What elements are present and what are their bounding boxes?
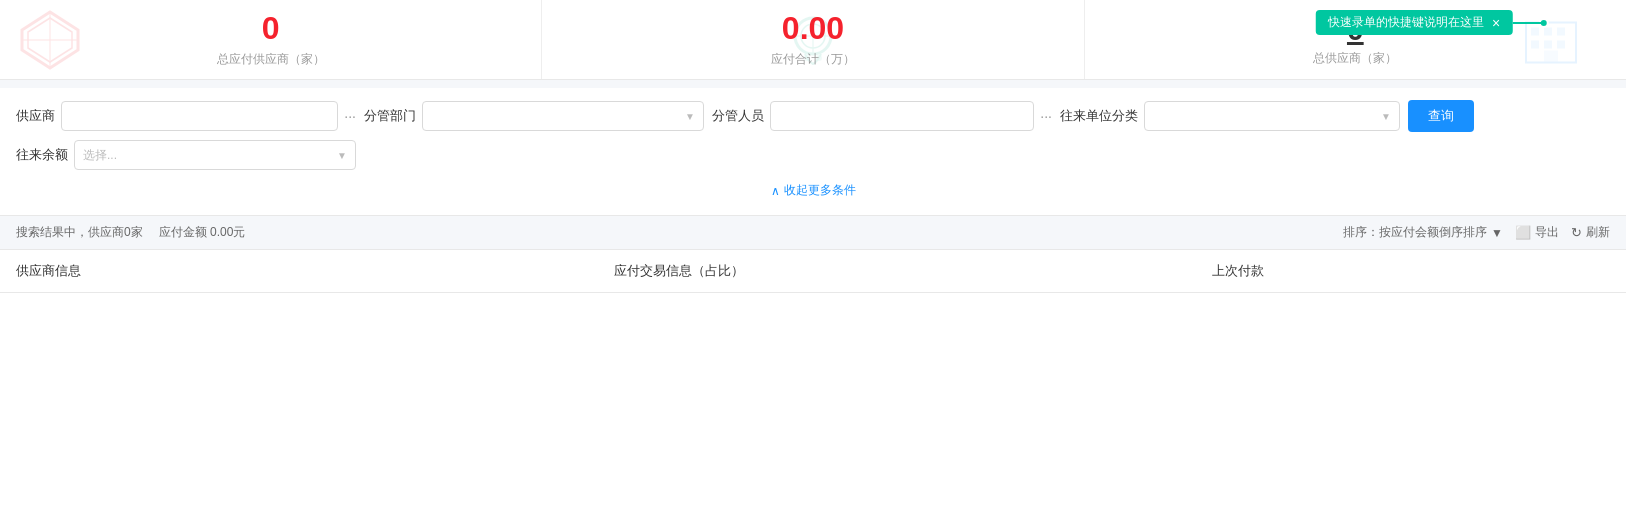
sort-label: 排序：按应付会额倒序排序: [1343, 224, 1487, 241]
export-button[interactable]: ⬜ 导出: [1515, 224, 1559, 241]
svg-rect-12: [1544, 27, 1552, 35]
svg-rect-16: [1557, 40, 1565, 48]
tooltip-close-btn[interactable]: ×: [1492, 16, 1500, 30]
svg-rect-17: [1544, 50, 1558, 62]
person-input[interactable]: [770, 101, 1034, 131]
col-supplier-header: 供应商信息: [16, 262, 614, 280]
refresh-icon: ↻: [1571, 225, 1582, 240]
results-actions: 排序：按应付会额倒序排序 ▼ ⬜ 导出 ↻ 刷新: [1343, 224, 1610, 241]
stat-payable-label: 总应付供应商（家）: [217, 51, 325, 68]
filter-dept: 分管部门 ▼: [364, 101, 704, 131]
svg-rect-13: [1557, 27, 1565, 35]
stat-all-suppliers: 快速录单的快捷键说明在这里 × 0 总供应商（家）: [1085, 0, 1626, 79]
results-amount: 应付金额 0.00元: [159, 224, 246, 241]
balance-label: 往来余额: [16, 146, 68, 164]
collapse-row: ∧ 收起更多条件: [16, 178, 1610, 207]
collapse-up-icon: ∧: [771, 184, 780, 198]
results-suppliers: 搜索结果中，供应商0家: [16, 224, 143, 241]
stat-total-amount: 0.00 应付合计（万）: [542, 0, 1084, 79]
filter-supplier: 供应商 ···: [16, 101, 356, 131]
balance-select[interactable]: 选择... ▼: [74, 140, 356, 170]
person-dots[interactable]: ···: [1040, 108, 1052, 124]
stats-row: 0 总应付供应商（家） 0.00 应付合计（万）: [0, 0, 1626, 80]
stat-amount-label: 应付合计（万）: [771, 51, 855, 68]
svg-rect-11: [1531, 27, 1539, 35]
supplier-input[interactable]: [61, 101, 338, 131]
collapse-label: 收起更多条件: [784, 182, 856, 199]
stat-payable-content: 0 总应付供应商（家）: [217, 11, 325, 67]
search-button[interactable]: 查询: [1408, 100, 1474, 132]
category-arrow-icon: ▼: [1381, 111, 1391, 122]
person-label: 分管人员: [712, 107, 764, 125]
sort-arrow-icon: ▼: [1491, 226, 1503, 240]
stat-amount-number: 0.00: [782, 11, 844, 46]
filter-section: 供应商 ··· 分管部门 ▼ 分管人员 ··· 往来单位分类 ▼ 查询: [0, 88, 1626, 216]
refresh-button[interactable]: ↻ 刷新: [1571, 224, 1610, 241]
col-transaction-header: 应付交易信息（占比）: [614, 262, 1212, 280]
supplier-dots[interactable]: ···: [344, 108, 356, 124]
filter-balance: 往来余额 选择... ▼: [16, 140, 356, 170]
svg-rect-15: [1544, 40, 1552, 48]
building-icon: [1516, 12, 1586, 67]
tooltip-text: 快速录单的快捷键说明在这里: [1328, 14, 1484, 31]
dept-label: 分管部门: [364, 107, 416, 125]
balance-placeholder: 选择...: [83, 147, 117, 164]
filter-row-1: 供应商 ··· 分管部门 ▼ 分管人员 ··· 往来单位分类 ▼ 查询: [16, 100, 1610, 132]
export-label: 导出: [1535, 224, 1559, 241]
svg-rect-14: [1531, 40, 1539, 48]
tooltip-dot: [1538, 18, 1548, 28]
filter-person: 分管人员 ···: [712, 101, 1052, 131]
shortcut-tooltip: 快速录单的快捷键说明在这里 ×: [1316, 10, 1512, 35]
diamond-icon: [20, 10, 80, 70]
results-summary: 搜索结果中，供应商0家 应付金额 0.00元: [16, 224, 245, 241]
col-lastpay-header: 上次付款: [1212, 262, 1611, 280]
table-header: 供应商信息 应付交易信息（占比） 上次付款: [0, 250, 1626, 293]
table-section: 供应商信息 应付交易信息（占比） 上次付款: [0, 250, 1626, 515]
supplier-label: 供应商: [16, 107, 55, 125]
refresh-label: 刷新: [1586, 224, 1610, 241]
category-label: 往来单位分类: [1060, 107, 1138, 125]
results-bar: 搜索结果中，供应商0家 应付金额 0.00元 排序：按应付会额倒序排序 ▼ ⬜ …: [0, 216, 1626, 250]
category-select[interactable]: ▼: [1144, 101, 1400, 131]
filter-row-2: 往来余额 选择... ▼: [16, 140, 1610, 170]
dept-select[interactable]: ▼: [422, 101, 704, 131]
export-icon: ⬜: [1515, 225, 1531, 240]
filter-category: 往来单位分类 ▼: [1060, 101, 1400, 131]
collapse-button[interactable]: ∧ 收起更多条件: [771, 182, 856, 199]
sort-button[interactable]: 排序：按应付会额倒序排序 ▼: [1343, 224, 1503, 241]
balance-arrow-icon: ▼: [337, 150, 347, 161]
stat-payable-number: 0: [262, 11, 280, 46]
dept-arrow-icon: ▼: [685, 111, 695, 122]
table-body: [0, 293, 1626, 515]
stat-all-label: 总供应商（家）: [1313, 50, 1397, 67]
stat-amount-content: 0.00 应付合计（万）: [771, 11, 855, 67]
stat-total-payable-suppliers: 0 总应付供应商（家）: [0, 0, 542, 79]
